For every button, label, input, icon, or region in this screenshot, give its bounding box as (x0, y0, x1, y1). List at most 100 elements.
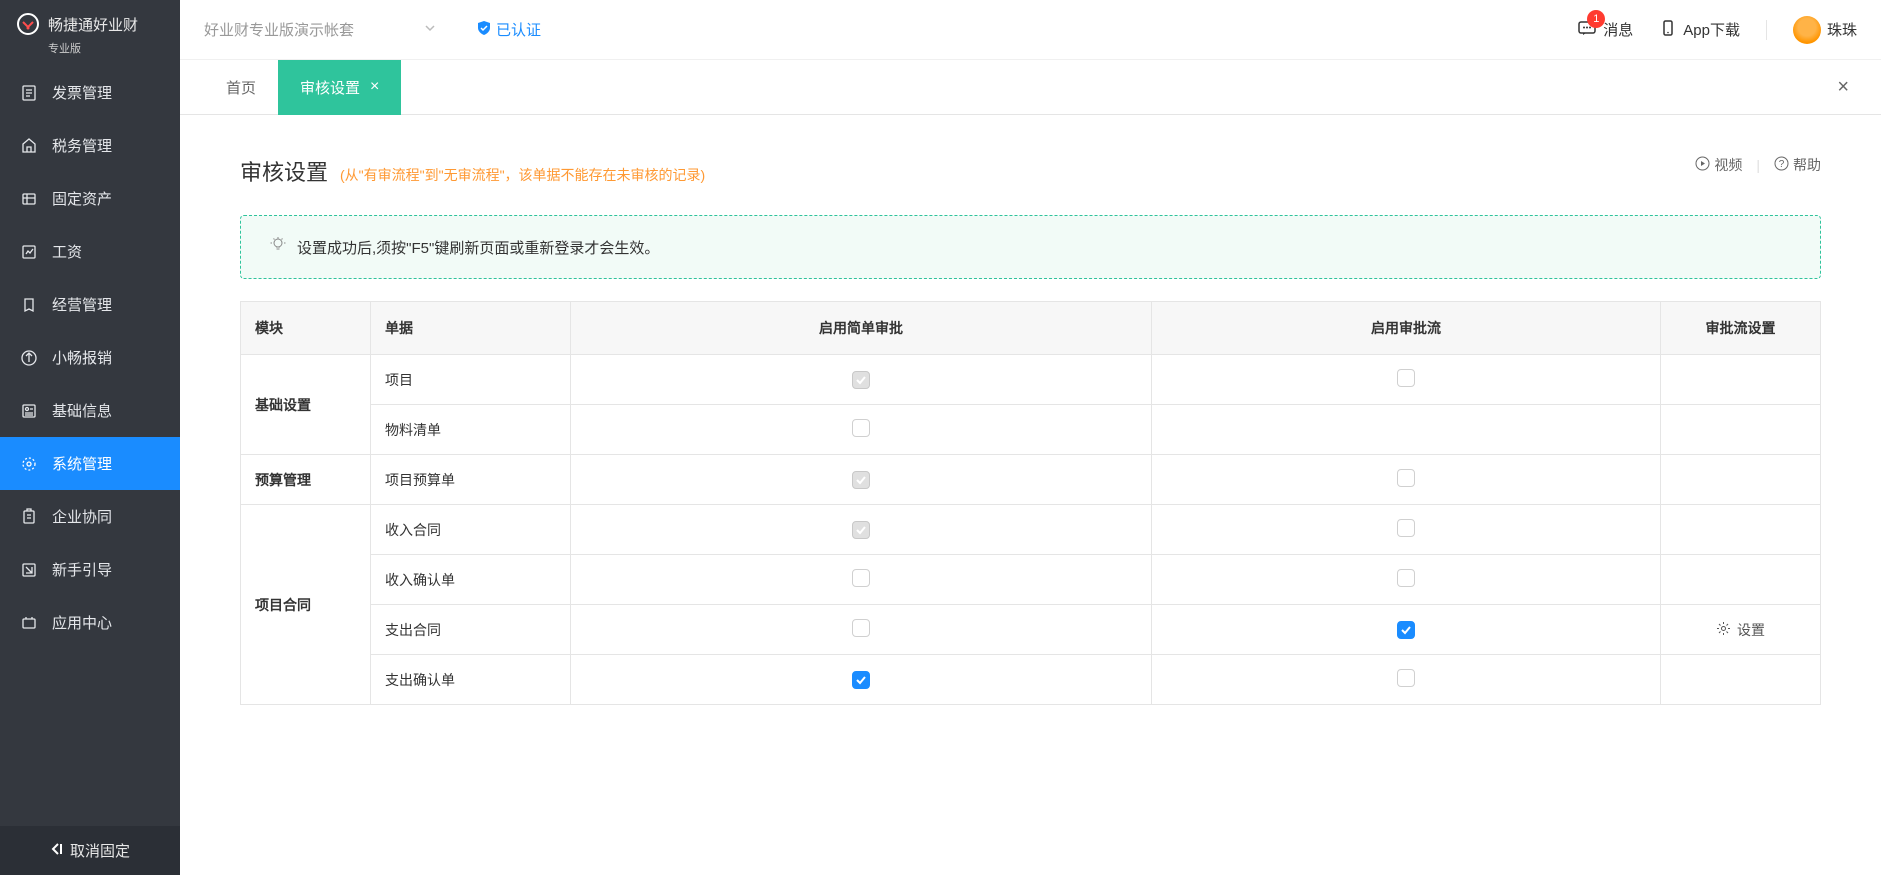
audit-settings-table: 模块 单据 启用简单审批 启用审批流 审批流设置 基础设置项目物料清单预算管理项… (240, 301, 1821, 705)
checkbox[interactable] (1397, 519, 1415, 537)
doc-cell: 支出确认单 (371, 655, 571, 705)
sidebar-item-asset[interactable]: 固定资产 (0, 172, 180, 225)
checkbox[interactable] (852, 371, 870, 389)
checkbox[interactable] (852, 471, 870, 489)
table-row: 预算管理项目预算单 (241, 455, 1821, 505)
unpin-label: 取消固定 (70, 840, 130, 861)
sidebar-item-label: 固定资产 (52, 188, 112, 209)
brand-logo-icon (16, 12, 40, 36)
flow-config-cell (1661, 355, 1821, 405)
sidebar-item-label: 应用中心 (52, 612, 112, 633)
messages-count: 1 (1587, 10, 1605, 28)
flow-approval-cell (1151, 555, 1660, 605)
checkbox[interactable] (852, 569, 870, 587)
verified-badge: 已认证 (476, 19, 541, 40)
account-name: 好业财专业版演示帐套 (204, 19, 354, 40)
flow-approval-cell (1151, 455, 1660, 505)
svg-text:?: ? (1779, 159, 1785, 170)
flow-settings-link[interactable]: 设置 (1716, 620, 1765, 640)
table-row: 基础设置项目 (241, 355, 1821, 405)
topbar-left: 好业财专业版演示帐套 已认证 (204, 19, 541, 40)
guide-icon (20, 561, 38, 579)
sidebar-item-manage[interactable]: 经营管理 (0, 278, 180, 331)
tab-home-label: 首页 (226, 77, 256, 98)
checkbox[interactable] (1397, 669, 1415, 687)
messages-button[interactable]: 1 消息 (1577, 18, 1633, 42)
sidebar-item-label: 税务管理 (52, 135, 112, 156)
chevron-down-icon (424, 21, 436, 38)
sidebar-item-system[interactable]: 系统管理 (0, 437, 180, 490)
page-title: 审核设置 (240, 155, 328, 187)
tab-audit-settings[interactable]: 审核设置 × (278, 60, 401, 115)
th-config: 审批流设置 (1661, 302, 1821, 355)
checkbox[interactable] (852, 619, 870, 637)
doc-cell: 收入确认单 (371, 555, 571, 605)
shield-icon (476, 20, 492, 40)
download-label: App下载 (1683, 19, 1740, 40)
sidebar-item-expense[interactable]: 小畅报销 (0, 331, 180, 384)
simple-approval-cell (571, 555, 1152, 605)
sidebar-item-guide[interactable]: 新手引导 (0, 543, 180, 596)
checkbox[interactable] (852, 671, 870, 689)
tab-bar: 首页 审核设置 × × (180, 60, 1881, 115)
flow-config-cell: 设置 (1661, 605, 1821, 655)
sidebar-item-collab[interactable]: 企业协同 (0, 490, 180, 543)
th-simple: 启用简单审批 (571, 302, 1152, 355)
sidebar-item-label: 基础信息 (52, 400, 112, 421)
checkbox[interactable] (1397, 369, 1415, 387)
sidebar-item-label: 工资 (52, 241, 82, 262)
manage-icon (20, 296, 38, 314)
topbar: 好业财专业版演示帐套 已认证 1 消息 (180, 0, 1881, 60)
doc-cell: 物料清单 (371, 405, 571, 455)
checkbox[interactable] (1397, 569, 1415, 587)
lightbulb-icon (269, 236, 287, 258)
checkbox[interactable] (1397, 469, 1415, 487)
sidebar-item-basic[interactable]: 基础信息 (0, 384, 180, 437)
sidebar-item-label: 发票管理 (52, 82, 112, 103)
sidebar-item-tax[interactable]: 税务管理 (0, 119, 180, 172)
brand-name: 畅捷通好业财 (48, 14, 138, 35)
doc-cell: 项目 (371, 355, 571, 405)
sidebar-item-label: 企业协同 (52, 506, 112, 527)
table-header-row: 模块 单据 启用简单审批 启用审批流 审批流设置 (241, 302, 1821, 355)
close-all-tabs-icon[interactable]: × (1829, 68, 1857, 107)
sidebar-item-apps[interactable]: 应用中心 (0, 596, 180, 649)
invoice-icon (20, 84, 38, 102)
checkbox[interactable] (852, 521, 870, 539)
table-row: 项目合同收入合同 (241, 505, 1821, 555)
user-menu[interactable]: 珠珠 (1793, 16, 1857, 44)
tab-home[interactable]: 首页 (204, 60, 278, 115)
gear-icon (1716, 621, 1731, 639)
flow-approval-cell (1151, 405, 1660, 455)
module-cell: 项目合同 (241, 505, 371, 705)
sidebar-item-invoice[interactable]: 发票管理 (0, 66, 180, 119)
help-link[interactable]: ? 帮助 (1774, 155, 1821, 175)
sidebar-item-label: 系统管理 (52, 453, 112, 474)
play-icon (1695, 156, 1710, 174)
flow-config-cell (1661, 655, 1821, 705)
expense-icon (20, 349, 38, 367)
checkbox[interactable] (852, 419, 870, 437)
flow-config-cell (1661, 455, 1821, 505)
content-header: 审核设置 (从"有审流程"到"无审流程"，该单据不能存在未审核的记录) 视频 |… (240, 155, 1821, 187)
sidebar-item-salary[interactable]: 工资 (0, 225, 180, 278)
brand-edition: 专业版 (0, 40, 180, 66)
avatar (1793, 16, 1821, 44)
close-icon[interactable]: × (370, 78, 379, 96)
th-flow: 启用审批流 (1151, 302, 1660, 355)
flow-config-cell (1661, 555, 1821, 605)
sidebar-item-label: 经营管理 (52, 294, 112, 315)
simple-approval-cell (571, 655, 1152, 705)
unpin-sidebar-button[interactable]: 取消固定 (0, 826, 180, 875)
account-selector[interactable]: 好业财专业版演示帐套 (204, 19, 436, 40)
app-download-button[interactable]: App下载 (1659, 19, 1740, 41)
table-row: 收入确认单 (241, 555, 1821, 605)
video-link[interactable]: 视频 (1695, 155, 1742, 175)
simple-approval-cell (571, 405, 1152, 455)
doc-cell: 项目预算单 (371, 455, 571, 505)
title-row: 审核设置 (从"有审流程"到"无审流程"，该单据不能存在未审核的记录) (240, 155, 705, 187)
checkbox[interactable] (1397, 621, 1415, 639)
settings-label: 设置 (1737, 620, 1765, 640)
collab-icon (20, 508, 38, 526)
verified-text: 已认证 (496, 19, 541, 40)
